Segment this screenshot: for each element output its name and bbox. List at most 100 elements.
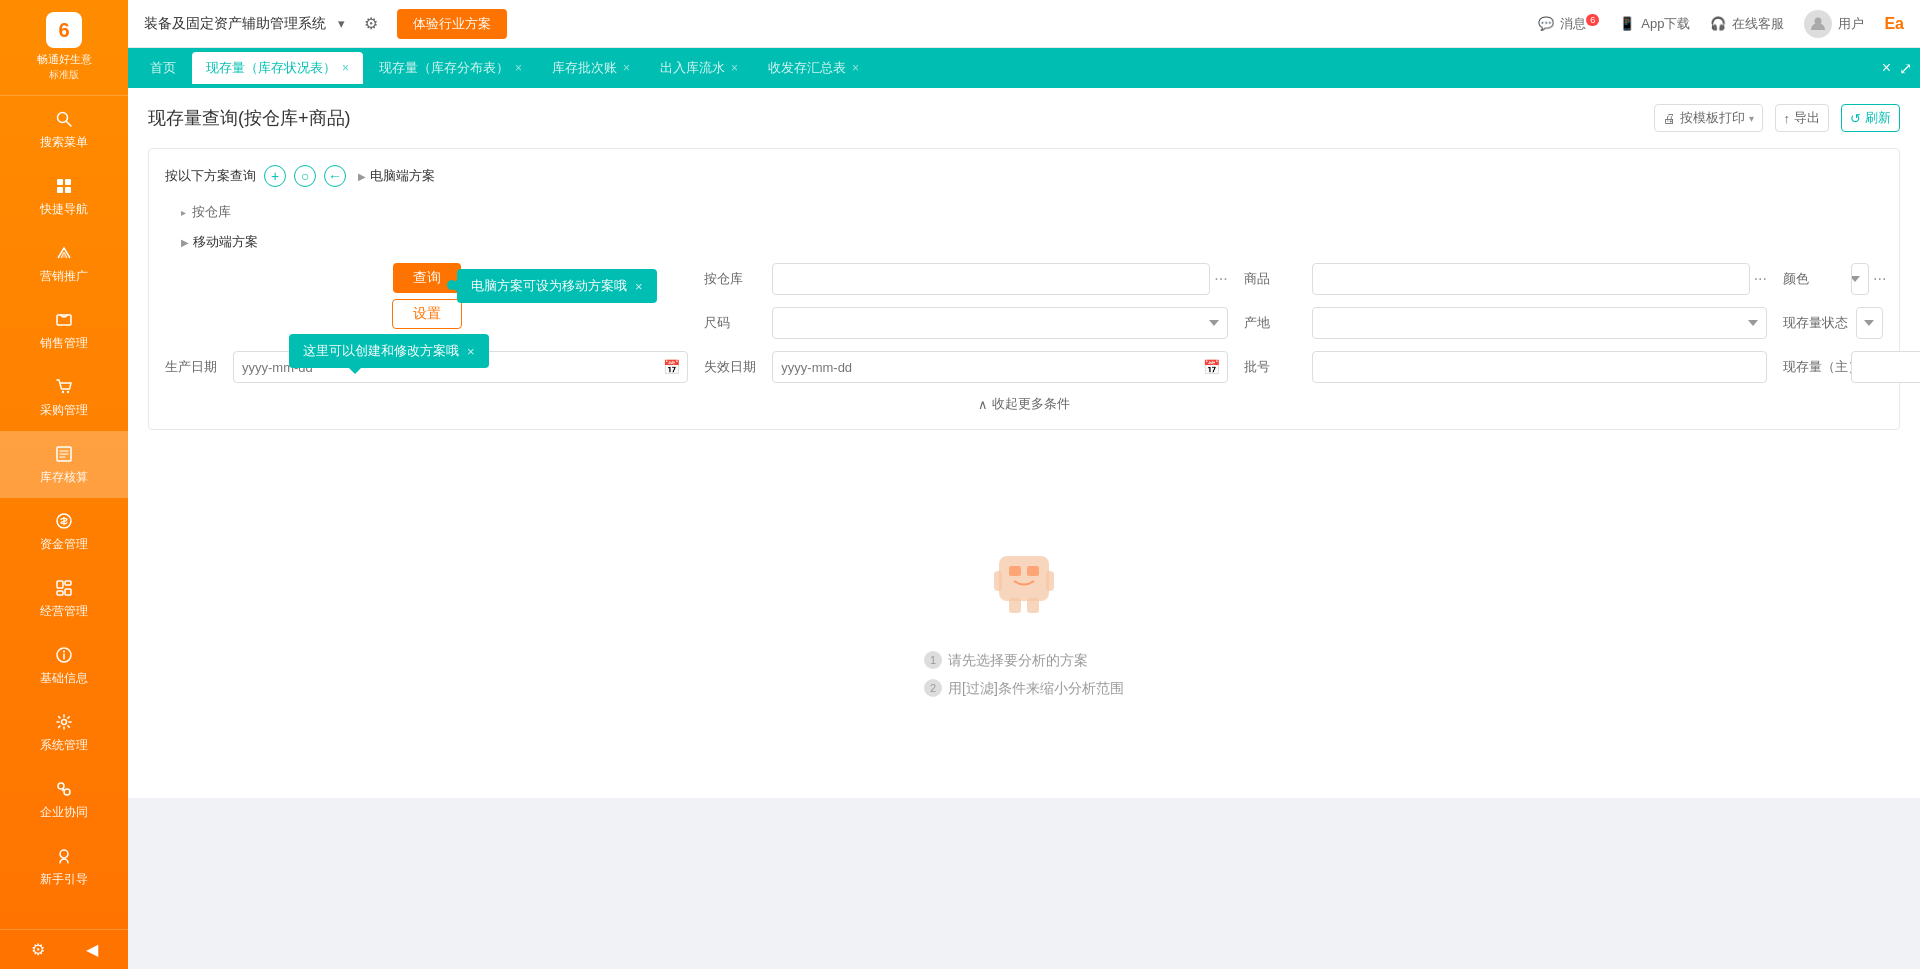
management-icon	[53, 577, 75, 599]
svg-rect-14	[57, 591, 63, 595]
scheme-mobile-item[interactable]: ▶ 移动端方案	[181, 233, 1883, 251]
tab-summary-close[interactable]: ×	[852, 61, 859, 75]
refresh-icon: ↺	[1850, 111, 1861, 126]
origin-select[interactable]	[1312, 307, 1767, 339]
expire-date-calendar-icon[interactable]: 📅	[1203, 359, 1220, 375]
sidebar-item-label: 企业协同	[40, 804, 88, 821]
collapse-up-icon: ∧	[978, 397, 988, 412]
export-button[interactable]: ↑ 导出	[1775, 104, 1830, 132]
produce-date-calendar-icon[interactable]: 📅	[663, 359, 680, 375]
tooltip-pc-text: 电脑方案可设为移动方案哦	[471, 277, 627, 295]
arrow-scheme-btn[interactable]: ←	[324, 165, 346, 187]
tab-stock-dist[interactable]: 现存量（库存分布表） ×	[365, 52, 536, 84]
sidebar-item-guide[interactable]: 新手引导	[0, 833, 128, 900]
reset-button[interactable]: 设置	[392, 299, 462, 329]
tab-inout-close[interactable]: ×	[731, 61, 738, 75]
tab-stock-dist-close[interactable]: ×	[515, 61, 522, 75]
logo-text: 畅通好生意 标准版	[37, 52, 92, 83]
color-select[interactable]	[1851, 263, 1869, 295]
system-selector[interactable]: ▾	[338, 16, 345, 31]
svg-point-8	[67, 391, 69, 393]
edit-scheme-btn[interactable]: ○	[294, 165, 316, 187]
tooltip-scheme-text: 这里可以创建和修改方案哦	[303, 342, 459, 360]
header-right: 💬 消息 6 📱 App下载 🎧 在线客服 用户 Ea	[1538, 10, 1904, 38]
notification-action[interactable]: 💬 消息 6	[1538, 15, 1599, 33]
stock-main-min-input[interactable]	[1851, 351, 1920, 383]
produce-date-label: 生产日期	[165, 358, 225, 376]
sidebar-item-nav[interactable]: 快捷导航	[0, 163, 128, 230]
color-dots[interactable]: ···	[1873, 270, 1886, 288]
close-all-icon[interactable]: ×	[1882, 59, 1891, 77]
filter-origin-row: 产地	[1244, 307, 1767, 339]
size-select[interactable]	[772, 307, 1227, 339]
tab-stock-status-close[interactable]: ×	[342, 61, 349, 75]
sidebar-item-management[interactable]: 经营管理	[0, 565, 128, 632]
expire-date-input[interactable]	[772, 351, 1227, 383]
goods-dots[interactable]: ···	[1754, 270, 1767, 288]
filter-scheme-row: 按以下方案查询 + ○ ← ▶ 电脑端方案	[165, 165, 1883, 187]
header: 装备及固定资产辅助管理系统 ▾ ⚙ 体验行业方案 💬 消息 6 📱 App下载 …	[128, 0, 1920, 48]
svg-rect-24	[1027, 566, 1039, 576]
phone-icon: 📱	[1619, 16, 1635, 31]
search-icon	[53, 108, 75, 130]
sidebar-item-inventory[interactable]: 库存核算	[0, 431, 128, 498]
sidebar-item-basicinfo[interactable]: 基础信息	[0, 632, 128, 699]
tab-summary[interactable]: 收发存汇总表 ×	[754, 52, 873, 84]
notification-icon: 💬	[1538, 16, 1554, 31]
warehouse-label: 按仓库	[704, 270, 764, 288]
empty-tips: 1 请先选择要分析的方案 2 用[过滤]条件来缩小分析范围	[924, 646, 1124, 702]
sidebar-item-sales[interactable]: 销售管理	[0, 297, 128, 364]
sidebar-item-system[interactable]: 系统管理	[0, 699, 128, 766]
sidebar-item-finance[interactable]: 资金管理	[0, 498, 128, 565]
goods-input[interactable]	[1312, 263, 1750, 295]
app-download-action[interactable]: 📱 App下载	[1619, 15, 1690, 33]
collapse-sidebar-icon[interactable]: ◀	[86, 940, 98, 959]
stock-status-label: 现存量状态	[1783, 314, 1848, 332]
sidebar-item-cooperation[interactable]: 企业协同	[0, 766, 128, 833]
collapse-row[interactable]: ∧ 收起更多条件	[165, 395, 1883, 413]
sidebar-nav: 搜索菜单 快捷导航 营销推广 销售管理 采购管理	[0, 96, 128, 929]
tooltip-pc-close[interactable]: ×	[635, 279, 643, 294]
add-scheme-btn[interactable]: +	[264, 165, 286, 187]
sidebar-item-label: 营销推广	[40, 268, 88, 285]
nav-icon	[53, 175, 75, 197]
sidebar-item-label: 搜索菜单	[40, 134, 88, 151]
stock-status-select[interactable]	[1856, 307, 1883, 339]
system-icon	[53, 711, 75, 733]
tab-batch-close[interactable]: ×	[623, 61, 630, 75]
sidebar-item-label: 库存核算	[40, 469, 88, 486]
sidebar-item-label: 资金管理	[40, 536, 88, 553]
fullscreen-icon[interactable]: ⤢	[1899, 59, 1912, 78]
svg-rect-3	[65, 179, 71, 185]
filter-stock-main-row: 现存量（主） —	[1783, 351, 1883, 383]
scheme-expand-icon: ▶	[358, 171, 366, 182]
tabs-right-icons: × ⤢	[1882, 59, 1912, 78]
tab-inout[interactable]: 出入库流水 ×	[646, 52, 752, 84]
page-title-row: 现存量查询(按仓库+商品) 🖨 按模板打印 ▾ ↑ 导出 ↺ 刷新	[148, 104, 1900, 132]
batch-input[interactable]	[1312, 351, 1767, 383]
logo-icon: 6	[46, 12, 82, 48]
online-support-action[interactable]: 🎧 在线客服	[1710, 15, 1784, 33]
tab-home[interactable]: 首页	[136, 52, 190, 84]
user-action[interactable]: 用户	[1804, 10, 1864, 38]
tab-stock-status[interactable]: 现存量（库存状况表） ×	[192, 52, 363, 84]
size-label: 尺码	[704, 314, 764, 332]
settings-bottom-icon[interactable]: ⚙	[31, 940, 45, 959]
industry-button[interactable]: 体验行业方案	[397, 9, 507, 39]
svg-rect-27	[1009, 598, 1021, 613]
tooltip-scheme-close[interactable]: ×	[467, 344, 475, 359]
refresh-button[interactable]: ↺ 刷新	[1841, 104, 1900, 132]
tabs-bar: 首页 现存量（库存状况表） × 现存量（库存分布表） × 库存批次账 × 出入库…	[128, 48, 1920, 88]
sidebar-item-marketing[interactable]: 营销推广	[0, 230, 128, 297]
warehouse-dots[interactable]: ···	[1214, 270, 1227, 288]
filter-warehouse-row: 按仓库 ···	[704, 263, 1227, 295]
scheme-pc-item[interactable]: ▶ 电脑端方案	[358, 167, 435, 185]
tab-inout-label: 出入库流水	[660, 59, 725, 77]
print-button[interactable]: 🖨 按模板打印 ▾	[1654, 104, 1763, 132]
sidebar-item-search[interactable]: 搜索菜单	[0, 96, 128, 163]
sidebar-item-purchase[interactable]: 采购管理	[0, 364, 128, 431]
filter-area: 按以下方案查询 + ○ ← ▶ 电脑端方案 ▸ 按仓库	[148, 148, 1900, 430]
settings-icon[interactable]: ⚙	[357, 10, 385, 38]
tab-batch[interactable]: 库存批次账 ×	[538, 52, 644, 84]
warehouse-input[interactable]	[772, 263, 1210, 295]
